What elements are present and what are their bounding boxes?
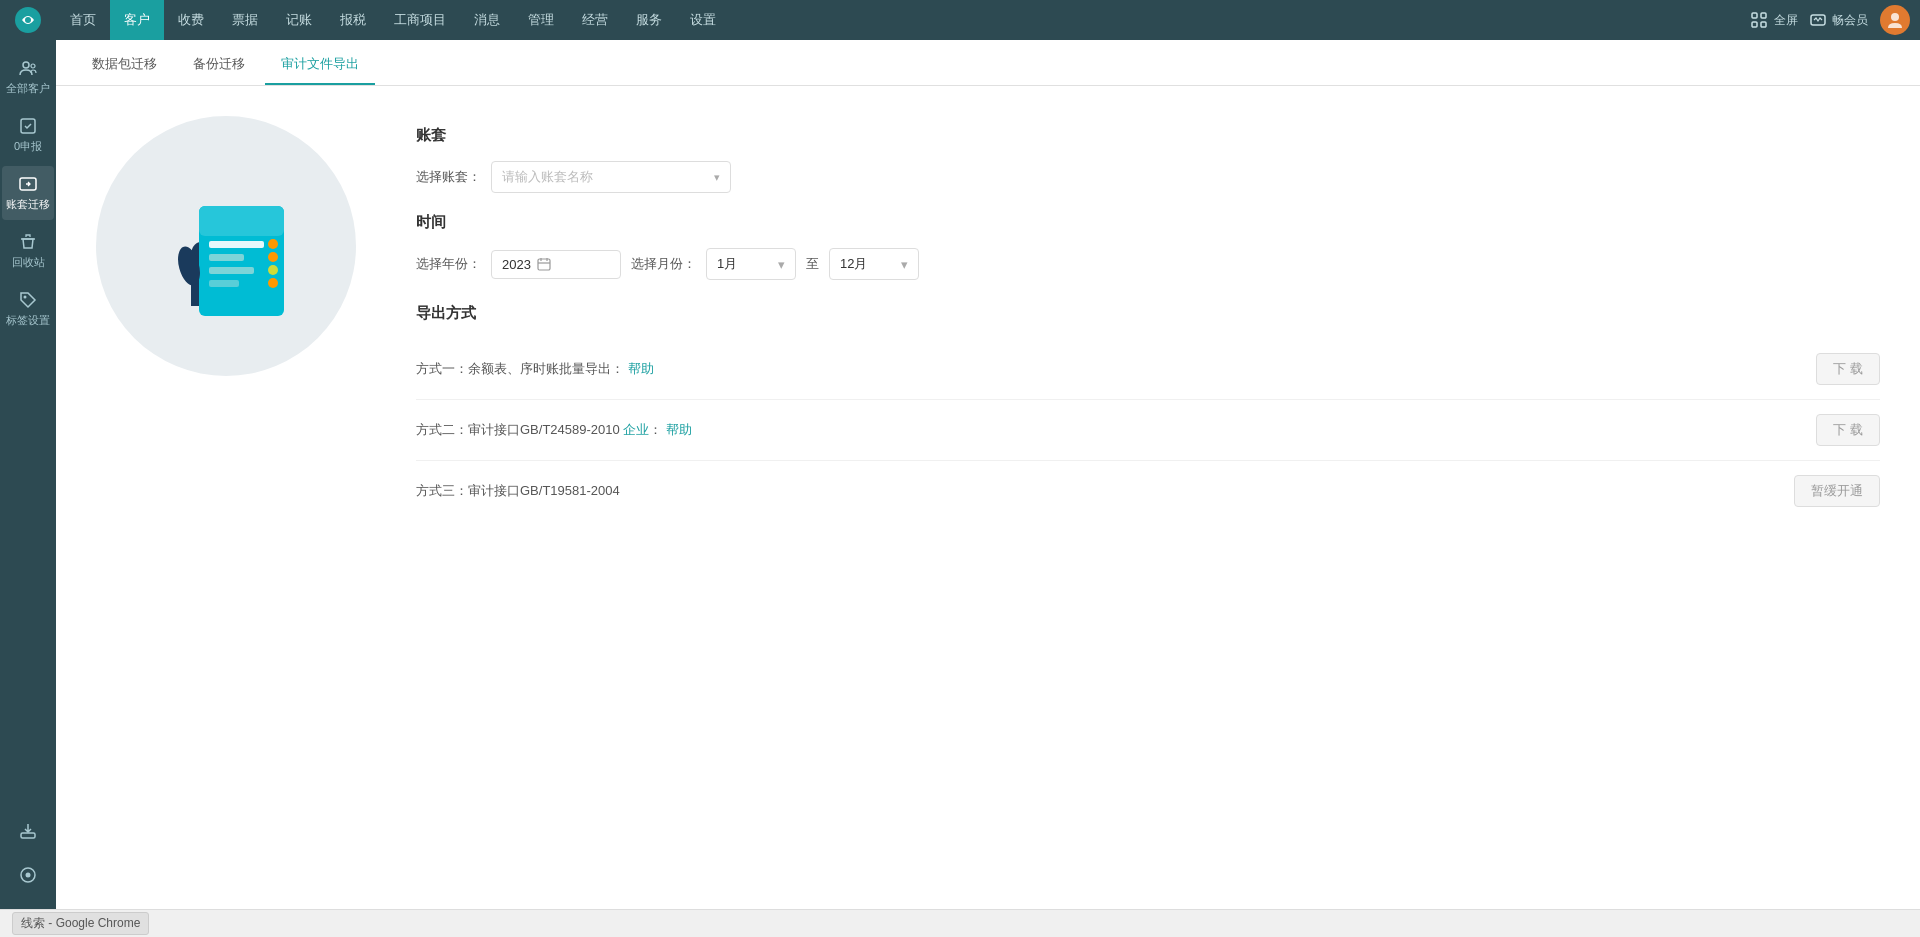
- svg-rect-3: [1761, 13, 1766, 18]
- calendar-icon: [537, 257, 551, 271]
- nav-bookkeeping[interactable]: 记账: [272, 0, 326, 40]
- nav-invoice[interactable]: 票据: [218, 0, 272, 40]
- month-start-select[interactable]: 1月 ▾: [706, 248, 796, 280]
- sidebar-item-recycle[interactable]: 回收站: [2, 224, 54, 278]
- enterprise-link-2[interactable]: 企业: [623, 422, 649, 437]
- to-text: 至: [806, 255, 819, 273]
- download-button-2[interactable]: 下 载: [1816, 414, 1880, 446]
- nav-customer[interactable]: 客户: [110, 0, 164, 40]
- sidebar-item-tag-settings[interactable]: 标签设置: [2, 282, 54, 336]
- month-end-select[interactable]: 12月 ▾: [829, 248, 919, 280]
- vip-button[interactable]: 畅会员: [1810, 12, 1868, 29]
- account-select-label: 选择账套：: [416, 168, 481, 186]
- main-layout: 全部客户 0申报 账套迁移 回收站: [0, 40, 1920, 909]
- svg-rect-5: [1761, 22, 1766, 27]
- user-avatar[interactable]: [1880, 5, 1910, 35]
- sidebar-item-zero-report[interactable]: 0申报: [2, 108, 54, 162]
- sidebar: 全部客户 0申报 账套迁移 回收站: [0, 40, 56, 909]
- time-section: 时间 选择年份： 2023 选择月份：: [416, 213, 1880, 280]
- form-area: 账套 选择账套： 请输入账套名称 ▾ 时间 选择年份： 2023: [416, 116, 1880, 521]
- svg-point-7: [1891, 13, 1899, 21]
- nav-message[interactable]: 消息: [460, 0, 514, 40]
- download-button-1[interactable]: 下 载: [1816, 353, 1880, 385]
- nav-items: 首页 客户 收费 票据 记账 报税 工商项目 消息 管理 经营 服务 设置: [56, 0, 1751, 40]
- export-method-3-label: 方式三：审计接口GB/T19581-2004: [416, 482, 620, 500]
- app-logo: [10, 2, 46, 38]
- tabs-bar: 数据包迁移 备份迁移 审计文件导出: [56, 40, 1920, 86]
- top-nav: 首页 客户 收费 票据 记账 报税 工商项目 消息 管理 经营 服务 设置 全屏: [0, 0, 1920, 40]
- tab-data-migrate[interactable]: 数据包迁移: [76, 45, 173, 85]
- export-method-2-label: 方式二：审计接口GB/T24589-2010 企业： 帮助: [416, 421, 692, 439]
- sidebar-bottom-icon-2[interactable]: [2, 857, 54, 893]
- export-method-2: 方式二：审计接口GB/T24589-2010 企业： 帮助 下 载: [416, 400, 1880, 461]
- illustration-circle: [96, 116, 356, 376]
- nav-manage[interactable]: 管理: [514, 0, 568, 40]
- export-title: 导出方式: [416, 304, 1880, 323]
- content-area: 数据包迁移 备份迁移 审计文件导出: [56, 40, 1920, 909]
- top-nav-right: 全屏 畅会员: [1751, 5, 1910, 35]
- tab-backup-migrate[interactable]: 备份迁移: [177, 45, 261, 85]
- svg-rect-2: [1752, 13, 1757, 18]
- nav-settings[interactable]: 设置: [676, 0, 730, 40]
- chevron-down-icon-month-end: ▾: [901, 257, 908, 272]
- month-end-value: 12月: [840, 255, 867, 273]
- month-start-value: 1月: [717, 255, 737, 273]
- svg-point-12: [24, 296, 27, 299]
- chevron-down-icon-month-start: ▾: [778, 257, 785, 272]
- year-input[interactable]: 2023: [491, 250, 621, 279]
- svg-rect-18: [209, 241, 264, 248]
- month-label: 选择月份：: [631, 255, 696, 273]
- help-link-1[interactable]: 帮助: [628, 361, 654, 376]
- nav-billing[interactable]: 收费: [164, 0, 218, 40]
- sidebar-item-account-migrate[interactable]: 账套迁移: [2, 166, 54, 220]
- svg-point-24: [268, 265, 278, 275]
- svg-rect-27: [538, 259, 550, 270]
- chevron-down-icon: ▾: [714, 171, 720, 184]
- fullscreen-button[interactable]: 全屏: [1751, 12, 1797, 29]
- open-button-3[interactable]: 暂缓开通: [1794, 475, 1880, 507]
- nav-home[interactable]: 首页: [56, 0, 110, 40]
- account-select[interactable]: 请输入账套名称 ▾: [491, 161, 731, 193]
- svg-point-22: [268, 239, 278, 249]
- illustration-area: [96, 116, 356, 376]
- year-label: 选择年份：: [416, 255, 481, 273]
- nav-tax[interactable]: 报税: [326, 0, 380, 40]
- time-row: 选择年份： 2023 选择月份： 1月: [416, 248, 1880, 280]
- status-bar-item[interactable]: 线索 - Google Chrome: [12, 912, 149, 935]
- page-content: 账套 选择账套： 请输入账套名称 ▾ 时间 选择年份： 2023: [56, 86, 1920, 909]
- svg-point-15: [26, 873, 31, 878]
- svg-rect-21: [209, 280, 239, 287]
- time-title: 时间: [416, 213, 1880, 232]
- svg-point-23: [268, 252, 278, 262]
- sidebar-item-all-customers[interactable]: 全部客户: [2, 50, 54, 104]
- nav-operation[interactable]: 经营: [568, 0, 622, 40]
- svg-rect-13: [21, 833, 35, 838]
- svg-point-8: [23, 62, 29, 68]
- sidebar-bottom-icon-1[interactable]: [2, 813, 54, 849]
- export-method-1-label: 方式一：余额表、序时账批量导出： 帮助: [416, 360, 654, 378]
- export-method-3: 方式三：审计接口GB/T19581-2004 暂缓开通: [416, 461, 1880, 521]
- export-method-1: 方式一：余额表、序时账批量导出： 帮助 下 载: [416, 339, 1880, 400]
- svg-rect-4: [1752, 22, 1757, 27]
- svg-rect-19: [209, 254, 244, 261]
- nav-service[interactable]: 服务: [622, 0, 676, 40]
- svg-rect-20: [209, 267, 254, 274]
- help-link-2[interactable]: 帮助: [666, 422, 692, 437]
- export-section: 导出方式 方式一：余额表、序时账批量导出： 帮助 下 载 方式二：审计接口GB/…: [416, 304, 1880, 521]
- account-title: 账套: [416, 126, 1880, 145]
- account-select-placeholder: 请输入账套名称: [502, 168, 593, 186]
- nav-business[interactable]: 工商项目: [380, 0, 460, 40]
- status-bar: 线索 - Google Chrome: [0, 909, 1920, 937]
- svg-rect-17: [199, 206, 284, 236]
- account-select-row: 选择账套： 请输入账套名称 ▾: [416, 161, 1880, 193]
- svg-point-1: [25, 17, 31, 23]
- tab-audit-export[interactable]: 审计文件导出: [265, 45, 375, 85]
- svg-point-9: [31, 64, 35, 68]
- svg-point-25: [268, 278, 278, 288]
- sidebar-bottom: [2, 813, 54, 909]
- year-value: 2023: [502, 257, 531, 272]
